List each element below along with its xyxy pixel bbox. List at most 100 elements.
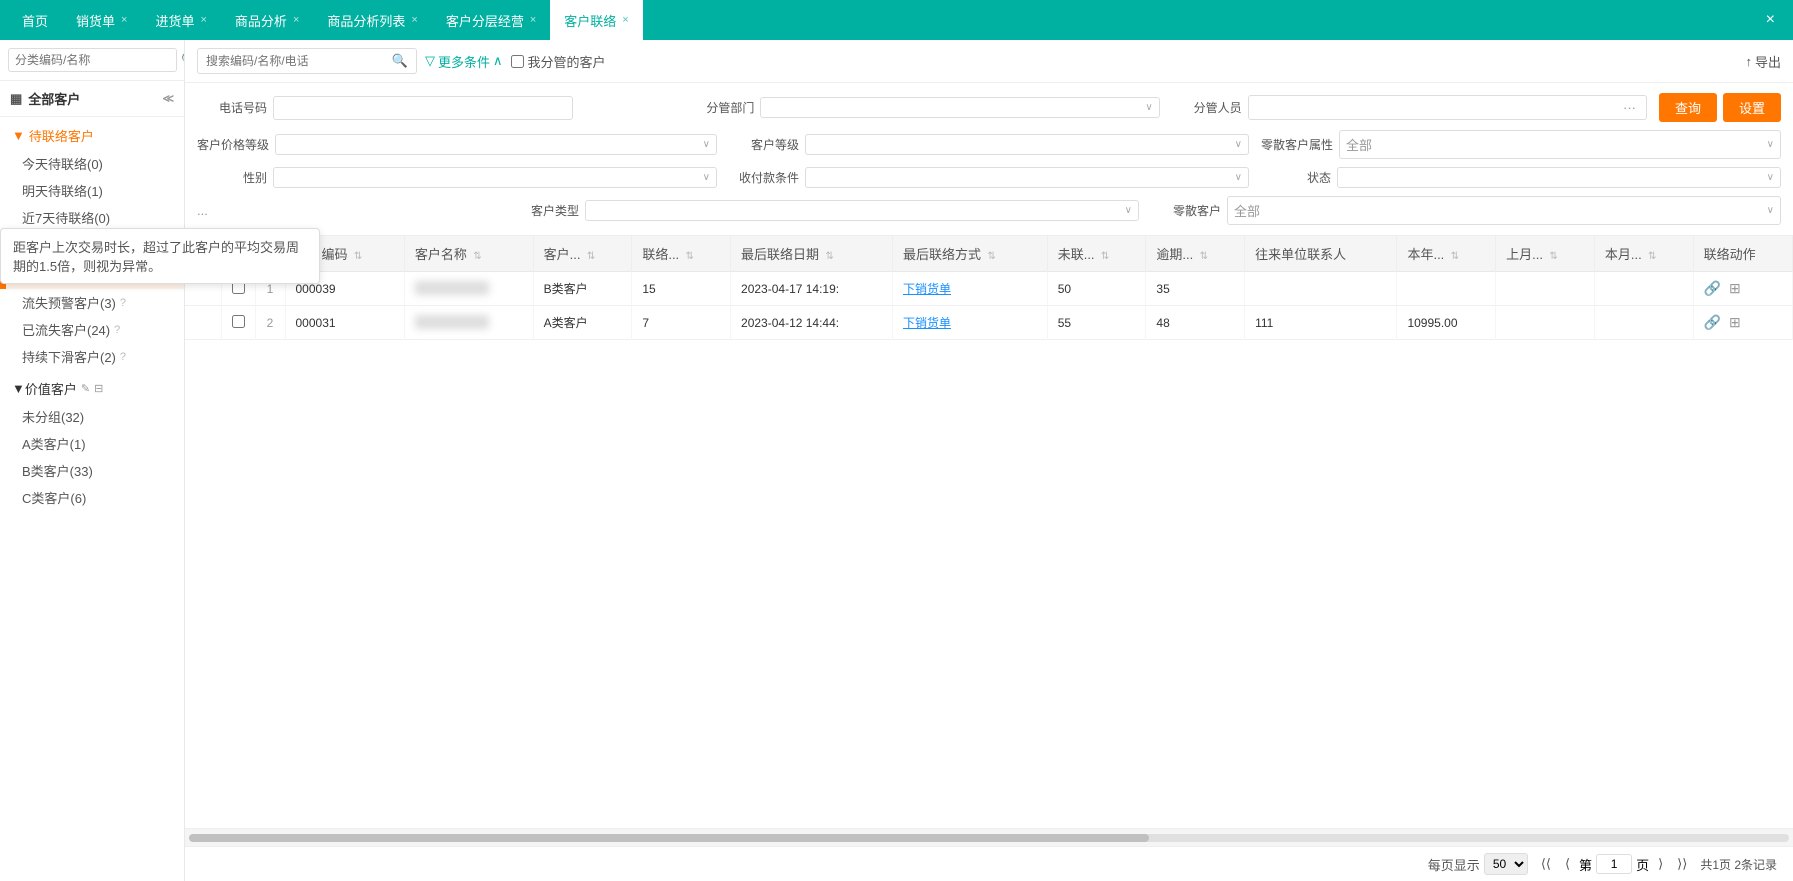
row2-settings [185,306,221,340]
nav-analysis-list[interactable]: 商品分析列表 × [313,0,431,40]
nav-home[interactable]: 首页 [8,0,62,40]
nav-customer-segment-close[interactable]: × [530,14,536,26]
sidebar-item-class-b[interactable]: B类客户(33) [0,457,184,484]
method-sort-icon[interactable]: ⇅ [987,251,995,262]
last-page-btn[interactable]: ⟩⟩ [1672,854,1692,874]
retail-attr-select[interactable]: 全部 ∨ [1339,130,1781,159]
col-level[interactable]: 客户... ⇅ [533,236,632,272]
sidebar-item-ungrouped[interactable]: 未分组(32) [0,403,184,430]
year-sort-icon[interactable]: ⇅ [1451,251,1459,262]
customer-level-select[interactable]: ∨ [805,134,1249,155]
row2-select-checkbox[interactable] [232,315,245,328]
col-last-date[interactable]: 最后联络日期 ⇅ [731,236,893,272]
prev-page-btn[interactable]: ⟨ [1560,854,1575,874]
col-overdue[interactable]: 逾期... ⇅ [1146,236,1245,272]
nav-sales-close[interactable]: × [121,14,127,26]
row1-last-method[interactable]: 下销货单 [893,272,1048,306]
nav-analysis-list-close[interactable]: × [411,14,417,26]
thismonth-sort-icon[interactable]: ⇅ [1648,251,1656,262]
row1-grid-icon[interactable]: ⊞ [1729,280,1741,297]
export-btn[interactable]: ↑ 导出 [1745,52,1781,71]
sidebar-all-customers[interactable]: ▦ 全部客户 ≪ [0,81,184,117]
status-arrow: ∨ [1767,172,1774,183]
nav-customer-segment[interactable]: 客户分层经营 × [432,0,550,40]
nav-sales[interactable]: 销货单 × [62,0,141,40]
sidebar-item-class-c[interactable]: C类客户(6) [0,484,184,511]
nav-customer-contact[interactable]: 客户联络 × [550,0,642,40]
first-page-btn[interactable]: ⟨⟨ [1536,854,1556,874]
my-customer-checkbox[interactable] [511,55,524,68]
main-search-icon[interactable]: 🔍 [392,53,408,69]
contact-sort-icon[interactable]: ⇅ [686,251,694,262]
next-page-btn[interactable]: ⟩ [1653,854,1668,874]
sidebar-pending-title[interactable]: ▼ 待联络客户 [0,121,184,150]
overdue-sort-icon[interactable]: ⇅ [1200,251,1208,262]
sidebar-item-tomorrow[interactable]: 明天待联络(1) [0,177,184,204]
level-sort-icon[interactable]: ⇅ [587,251,595,262]
nav-purchase[interactable]: 进货单 × [141,0,220,40]
manager-select[interactable]: ··· [1248,95,1647,120]
sidebar-item-class-a[interactable]: A类客户(1) [0,430,184,457]
main-search-input[interactable] [206,54,392,68]
col-contact-count[interactable]: 联络... ⇅ [632,236,731,272]
nav-analysis-close[interactable]: × [293,14,299,26]
sidebar-value-title[interactable]: ▼ 价值客户 ✎ ⊟ [0,374,184,403]
row2-link-icon[interactable]: 🔗 [1704,314,1721,331]
col-partner[interactable]: 往来单位联系人 [1245,236,1397,272]
retail-customer-select[interactable]: 全部 ∨ [1227,196,1781,225]
value-edit-icon[interactable]: ✎ [81,382,90,395]
value-arrow-icon: ▼ [12,381,25,396]
settings-button[interactable]: 设置 [1723,93,1781,122]
sidebar-item-today[interactable]: 今天待联络(0) [0,150,184,177]
dept-select[interactable]: ∨ [760,97,1159,118]
row2-grid-icon[interactable]: ⊞ [1729,314,1741,331]
horizontal-scrollbar[interactable] [185,828,1793,846]
window-close-btn[interactable]: × [1756,11,1785,29]
name-sort-icon[interactable]: ⇅ [473,251,481,262]
customer-level-arrow: ∨ [1235,139,1242,150]
col-last-month[interactable]: 上月... ⇅ [1496,236,1595,272]
scroll-thumb[interactable] [189,834,1149,842]
payment-select[interactable]: ∨ [805,167,1249,188]
nav-purchase-close[interactable]: × [200,14,206,26]
customer-type-select[interactable]: ∨ [585,200,1139,221]
more-filter-btn[interactable]: ▽ 更多条件 ∧ [425,52,503,71]
status-select[interactable]: ∨ [1337,167,1781,188]
filter-phone: 电话号码 [197,96,672,120]
date-sort-icon[interactable]: ⇅ [825,251,833,262]
already-lost-help-icon[interactable]: ? [114,324,120,336]
unlinkd-sort-icon[interactable]: ⇅ [1101,251,1109,262]
sidebar-collapse-btn[interactable]: ≪ [162,92,174,105]
per-page-select[interactable]: 50 [1484,853,1528,875]
row2-last-method[interactable]: 下销货单 [893,306,1048,340]
row1-link-icon[interactable]: 🔗 [1704,280,1721,297]
sidebar-item-continuous-down[interactable]: 持续下滑客户(2) ? [0,343,184,370]
sidebar-item-already-lost[interactable]: 已流失客户(24) ? [0,316,184,343]
col-this-month[interactable]: 本月... ⇅ [1594,236,1693,272]
row1-last-month [1496,272,1595,306]
page-number-input[interactable] [1596,854,1632,874]
continuous-down-help-icon[interactable]: ? [120,351,126,363]
more-filter-dots[interactable]: ... [197,203,208,218]
lost-warn-help-icon[interactable]: ? [120,297,126,309]
filter-row-4: ... 客户类型 ∨ 零散客户 全部 ∨ [197,196,1781,225]
col-name[interactable]: 客户名称 ⇅ [404,236,533,272]
col-last-method[interactable]: 最后联络方式 ⇅ [893,236,1048,272]
col-unlinkd[interactable]: 未联... ⇅ [1047,236,1146,272]
value-settings-icon[interactable]: ⊟ [94,382,103,395]
lastmonth-sort-icon[interactable]: ⇅ [1549,251,1557,262]
nav-customer-contact-close[interactable]: × [622,14,628,26]
sidebar-item-lost-warn[interactable]: 流失预警客户(3) ? [0,289,184,316]
price-level-select[interactable]: ∨ [275,134,717,155]
gender-select[interactable]: ∨ [273,167,717,188]
query-button[interactable]: 查询 [1659,93,1717,122]
manager-more-icon[interactable]: ··· [1623,100,1636,115]
filter-bar: 🔍 ▽ 更多条件 ∧ 我分管的客户 ↑ 导出 [185,40,1793,83]
code-sort-icon[interactable]: ⇅ [354,251,362,262]
phone-input[interactable] [273,96,573,120]
nav-analysis[interactable]: 商品分析 × [221,0,313,40]
sidebar-value-group: ▼ 价值客户 ✎ ⊟ 未分组(32) A类客户(1) B类客户(33) C类客户… [0,370,184,515]
sidebar-search-input[interactable] [8,48,177,72]
col-this-year[interactable]: 本年... ⇅ [1397,236,1496,272]
sidebar-item-7days[interactable]: 近7天待联络(0) [0,204,184,231]
